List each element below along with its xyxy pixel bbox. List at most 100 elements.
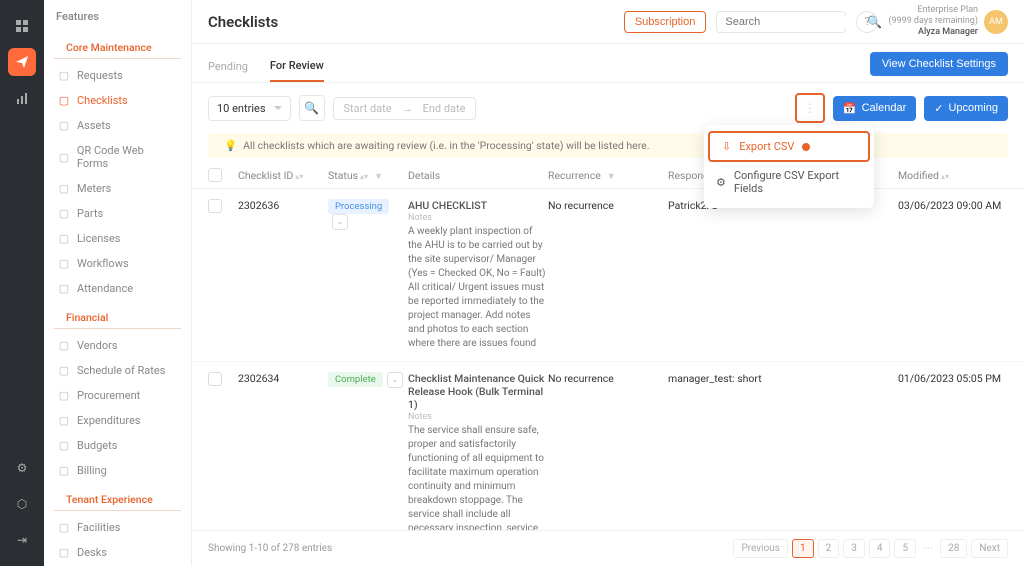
search-box[interactable]: 🔍 xyxy=(716,11,846,33)
sidebar-item-assets[interactable]: ▢Assets xyxy=(44,113,191,138)
shield-icon: ▢ xyxy=(58,233,70,245)
sidebar-item-procurement[interactable]: ▢Procurement xyxy=(44,383,191,408)
check-icon: ▢ xyxy=(58,95,70,107)
select-all-checkbox[interactable] xyxy=(208,168,222,182)
sidebar-item-workflows[interactable]: ▢Workflows xyxy=(44,251,191,276)
page-1[interactable]: 1 xyxy=(792,539,814,558)
table-row[interactable]: 2302636Processing⌄ AHU CHECKLISTNotesA we… xyxy=(192,189,1024,362)
export-csv-item[interactable]: ⇩ Export CSV xyxy=(708,131,870,162)
gear-icon: ⚙ xyxy=(716,176,726,189)
sidebar-section-head: Financial xyxy=(54,305,181,329)
cell-details: AHU CHECKLISTNotesA weekly plant inspect… xyxy=(408,199,548,351)
configure-csv-item[interactable]: ⚙ Configure CSV Export Fields xyxy=(704,162,874,202)
row-checkbox[interactable] xyxy=(208,372,222,386)
wallet-icon: ▢ xyxy=(58,440,70,452)
check-icon: ✓ xyxy=(934,102,943,115)
view-checklist-settings-button[interactable]: View Checklist Settings xyxy=(870,52,1008,76)
inbox-icon: ▢ xyxy=(58,70,70,82)
calendar-button[interactable]: 📅Calendar xyxy=(833,96,916,121)
sidebar-item-budgets[interactable]: ▢Budgets xyxy=(44,433,191,458)
cog-icon: ▢ xyxy=(58,208,70,220)
flow-icon: ▢ xyxy=(58,258,70,270)
cell-responder: manager_test: short xyxy=(668,372,818,530)
page-ellipsis: ⋯ xyxy=(920,543,936,554)
sidebar-item-qr-code-web-forms[interactable]: ▢QR Code Web Forms xyxy=(44,138,191,176)
footer: Showing 1-10 of 278 entries Previous 123… xyxy=(192,530,1024,566)
rail-cube-icon[interactable]: ⬡ xyxy=(8,490,36,518)
page-2[interactable]: 2 xyxy=(818,539,840,558)
sidebar-item-vendors[interactable]: ▢Vendors xyxy=(44,333,191,358)
cart-icon: ▢ xyxy=(58,390,70,402)
store-icon: ▢ xyxy=(58,340,70,352)
building-icon: ▢ xyxy=(58,522,70,534)
bill-icon: ▢ xyxy=(58,465,70,477)
col-checklist-id[interactable]: Checklist ID▴▾ xyxy=(238,169,328,182)
badge-icon xyxy=(802,143,810,151)
cell-id: 2302634 xyxy=(238,372,328,530)
sidebar-item-facilities[interactable]: ▢Facilities xyxy=(44,515,191,540)
cell-modified: 03/06/2023 09:00 AM xyxy=(898,199,1008,351)
sidebar-section-head: Core Maintenance xyxy=(54,35,181,59)
search-input[interactable] xyxy=(725,16,867,28)
rail-chart-icon[interactable] xyxy=(8,84,36,112)
entries-select[interactable]: 10 entries xyxy=(208,96,291,121)
status-badge: Complete xyxy=(328,372,383,387)
rail-send-icon[interactable] xyxy=(8,48,36,76)
avatar[interactable]: AM xyxy=(984,10,1008,34)
sidebar-item-licenses[interactable]: ▢Licenses xyxy=(44,226,191,251)
topbar: Checklists Subscription 🔍 ? Enterprise P… xyxy=(192,0,1024,44)
bulb-icon: 💡 xyxy=(224,139,237,152)
sidebar-item-parts[interactable]: ▢Parts xyxy=(44,201,191,226)
cell-modified: 01/06/2023 05:05 PM xyxy=(898,372,1008,530)
controls: 10 entries 🔍 Start date → End date ⋮ 📅Ca… xyxy=(192,83,1024,133)
sidebar: Features Core Maintenance ▢Requests▢Check… xyxy=(44,0,192,566)
sidebar-item-requests[interactable]: ▢Requests xyxy=(44,63,191,88)
col-details[interactable]: Details xyxy=(408,169,548,182)
table-row[interactable]: 2302634Complete ⌄ Checklist Maintenance Qu… xyxy=(192,362,1024,530)
col-recurrence[interactable]: Recurrence▼ xyxy=(548,169,668,182)
next-button[interactable]: Next xyxy=(971,539,1008,558)
sidebar-item-attendance[interactable]: ▢Attendance xyxy=(44,276,191,301)
calendar-icon: 📅 xyxy=(843,102,857,115)
sidebar-item-meters[interactable]: ▢Meters xyxy=(44,176,191,201)
help-icon[interactable]: ? xyxy=(856,11,878,33)
cell-recurrence: No recurrence xyxy=(548,199,668,351)
upcoming-button[interactable]: ✓Upcoming xyxy=(924,96,1008,121)
row-checkbox[interactable] xyxy=(208,199,222,213)
desk-icon: ▢ xyxy=(58,547,70,559)
rail-gear-icon[interactable]: ⚙ xyxy=(8,454,36,482)
page-5[interactable]: 5 xyxy=(894,539,916,558)
status-badge: Processing xyxy=(328,199,389,214)
prev-button[interactable]: Previous xyxy=(733,539,788,558)
status-caret[interactable]: ⌄ xyxy=(332,214,348,230)
subscription-button[interactable]: Subscription xyxy=(624,11,707,33)
cell-id: 2302636 xyxy=(238,199,328,351)
sidebar-item-expenditures[interactable]: ▢Expenditures xyxy=(44,408,191,433)
col-modified[interactable]: Modified▴▾ xyxy=(898,169,1008,182)
sidebar-item-billing[interactable]: ▢Billing xyxy=(44,458,191,483)
showing-text: Showing 1-10 of 278 entries xyxy=(208,543,332,554)
cube-icon: ▢ xyxy=(58,120,70,132)
col-status[interactable]: Status▴▾▼ xyxy=(328,169,408,182)
rail-grid-icon[interactable] xyxy=(8,12,36,40)
status-caret[interactable]: ⌄ xyxy=(387,372,403,388)
rail-logout-icon[interactable]: ⇥ xyxy=(8,526,36,554)
page-3[interactable]: 3 xyxy=(843,539,865,558)
sidebar-item-schedule-of-rates[interactable]: ▢Schedule of Rates xyxy=(44,358,191,383)
sidebar-item-desks[interactable]: ▢Desks xyxy=(44,540,191,565)
tab-pending[interactable]: Pending xyxy=(208,54,248,81)
page-last[interactable]: 28 xyxy=(940,539,967,558)
qr-icon: ▢ xyxy=(58,151,70,163)
page-4[interactable]: 4 xyxy=(869,539,891,558)
cell-responder: Patrick2: a xyxy=(668,199,818,351)
table-header: Checklist ID▴▾ Status▴▾▼ Details Recurre… xyxy=(192,162,1024,189)
date-range[interactable]: Start date → End date xyxy=(333,97,477,120)
search-filter-icon[interactable]: 🔍 xyxy=(299,95,325,121)
sidebar-title: Features xyxy=(44,10,191,31)
cell-details: Checklist Maintenance Quick Release Hook… xyxy=(408,372,548,530)
sidebar-item-checklists[interactable]: ▢Checklists xyxy=(44,88,191,113)
tab-for-review[interactable]: For Review xyxy=(270,53,324,82)
sidebar-section-head: Tenant Experience xyxy=(54,487,181,511)
user-info: Enterprise Plan (9999 days remaining) Al… xyxy=(888,5,978,37)
more-menu-button[interactable]: ⋮ xyxy=(799,97,821,119)
